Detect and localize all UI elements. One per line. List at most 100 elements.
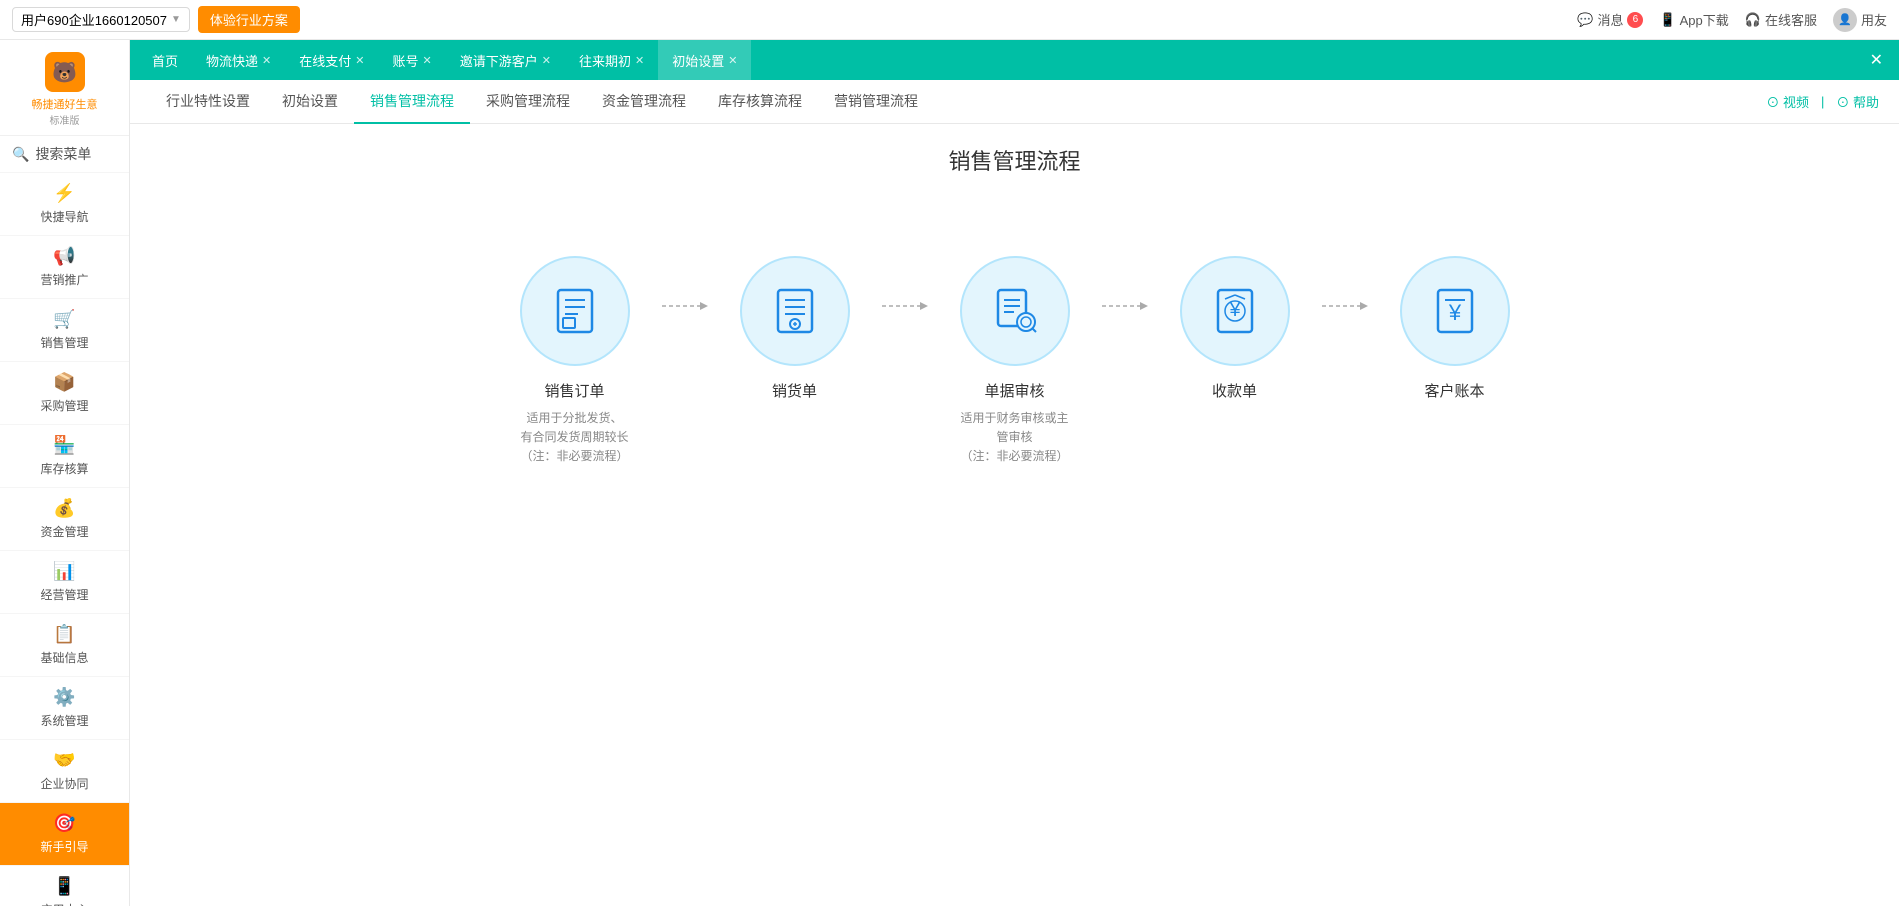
flow-step-sales-order: 销售订单 适用于分批发货、有合同发货周期较长（注：非必要流程） [495,256,655,467]
purchase-icon: 📦 [53,372,75,393]
help-button[interactable]: ⊙ 帮助 [1836,92,1879,111]
content-area: 首页 物流快递 ✕ 在线支付 ✕ 账号 ✕ 邀请下游客户 ✕ 往来期初 ✕ [130,40,1899,906]
nav-period-label: 往来期初 [579,51,631,70]
user-name: 用友 [1861,10,1887,29]
basic-icon: 📋 [53,624,75,645]
flow-step-audit: 单据审核 适用于财务审核或主管审核（注：非必要流程） [935,256,1095,467]
sidebar-item-guide[interactable]: 🎯 新手引导 [0,803,129,866]
sales-icon: 🛒 [53,309,75,330]
message-badge: 6 [1627,12,1643,28]
sidebar-item-label: 营销推广 [40,271,88,288]
flow-circle-audit [960,256,1070,366]
sidebar-item-marketing[interactable]: 📢 营销推广 [0,236,129,299]
service-button[interactable]: 🎧 在线客服 [1745,10,1817,29]
tab-init[interactable]: 初始设置 [266,80,354,124]
nav-item-init[interactable]: 初始设置 ✕ [658,40,751,80]
sidebar-item-operations[interactable]: 📊 经营管理 [0,551,129,614]
nav-home-label: 首页 [152,51,178,70]
nav-close-icon[interactable]: ✕ [635,54,644,67]
nav-item-invite[interactable]: 邀请下游客户 ✕ [446,40,565,80]
search-label: 搜索菜单 [35,144,91,164]
logo-icon: 🐻 [45,52,85,92]
sidebar-logo: 🐻 畅捷通好生意 标准版 [0,40,129,136]
page-content: 销售管理流程 销售订单 适用于分批发货、有合同 [130,124,1899,906]
app-label: App下载 [1680,10,1729,29]
tab-sales-flow[interactable]: 销售管理流程 [354,80,470,124]
sidebar-item-quick-nav[interactable]: ⚡ 快捷导航 [0,173,129,236]
sidebar-item-label: 基础信息 [40,649,88,666]
finance-icon: 💰 [53,498,75,519]
logo-sub: 标准版 [50,112,80,127]
avatar: 👤 [1833,8,1857,32]
top-bar: 用户690企业1660120507 ▼ 体验行业方案 💬 消息 6 📱 App下… [0,0,1899,40]
tab-purchase-flow-label: 采购管理流程 [486,91,570,111]
quick-nav-icon: ⚡ [53,183,75,204]
user-label: 用户690企业1660120507 [21,10,167,29]
flow-step-customer-ledger: ¥ 客户账本 [1375,256,1535,409]
flow-label-audit: 单据审核 [984,380,1044,401]
nav-close-icon[interactable]: ✕ [728,54,737,67]
nav-item-account[interactable]: 账号 ✕ [378,40,445,80]
experience-button[interactable]: 体验行业方案 [198,6,300,33]
flow-label-sales-invoice: 销货单 [772,380,817,401]
nav-close-icon[interactable]: ✕ [542,54,551,67]
nav-item-home[interactable]: 首页 [138,40,192,80]
nav-close-icon[interactable]: ✕ [423,54,432,67]
sidebar-item-label: 库存核算 [40,460,88,477]
nav-item-payment[interactable]: 在线支付 ✕ [285,40,378,80]
nav-item-period[interactable]: 往来期初 ✕ [565,40,658,80]
logo-text: 畅捷通好生意 [32,96,98,112]
nav-account-label: 账号 [392,51,418,70]
flow-circle-receipt: ¥ [1180,256,1290,366]
tabs-bar: 行业特性设置 初始设置 销售管理流程 采购管理流程 资金管理流程 库存核算流程 … [130,80,1899,124]
tab-marketing-flow[interactable]: 营销管理流程 [818,80,934,124]
sidebar-item-sales[interactable]: 🛒 销售管理 [0,299,129,362]
message-button[interactable]: 💬 消息 6 [1577,10,1643,29]
sidebar-item-label: 销售管理 [40,334,88,351]
user-selector[interactable]: 用户690企业1660120507 ▼ [12,7,190,32]
tab-finance-flow[interactable]: 资金管理流程 [586,80,702,124]
flow-diagram: 销售订单 适用于分批发货、有合同发货周期较长（注：非必要流程） [150,236,1879,487]
app-center-icon: 📱 [53,876,75,897]
sidebar-item-inventory[interactable]: 🏪 库存核算 [0,425,129,488]
sidebar-item-finance[interactable]: 💰 资金管理 [0,488,129,551]
sidebar-item-basic[interactable]: 📋 基础信息 [0,614,129,677]
nav-init-label: 初始设置 [672,51,724,70]
inventory-icon: 🏪 [53,435,75,456]
sidebar-item-app-center[interactable]: 📱 应用中心 [0,866,129,906]
sidebar-item-label: 资金管理 [40,523,88,540]
top-bar-right: 💬 消息 6 📱 App下载 🎧 在线客服 👤 用友 [1577,8,1887,32]
tab-purchase-flow[interactable]: 采购管理流程 [470,80,586,124]
nav-item-logistics[interactable]: 物流快递 ✕ [192,40,285,80]
message-icon: 💬 [1577,12,1593,28]
collab-icon: 🤝 [53,750,75,771]
sidebar-item-label: 应用中心 [40,901,88,906]
tab-inventory-flow[interactable]: 库存核算流程 [702,80,818,124]
flow-label-customer-ledger: 客户账本 [1424,380,1484,401]
flow-circle-sales-order [520,256,630,366]
nav-invite-label: 邀请下游客户 [460,51,538,70]
sidebar-item-purchase[interactable]: 📦 采购管理 [0,362,129,425]
sidebar-search[interactable]: 🔍 搜索菜单 [0,136,129,173]
nav-global-close[interactable]: ✕ [1862,50,1891,70]
flow-desc-audit: 适用于财务审核或主管审核（注：非必要流程） [960,409,1068,467]
sidebar-item-collab[interactable]: 🤝 企业协同 [0,740,129,803]
tab-industry-label: 行业特性设置 [166,91,250,111]
tab-industry[interactable]: 行业特性设置 [150,80,266,124]
flow-step-receipt: ¥ 收款单 [1155,256,1315,409]
tab-inventory-flow-label: 库存核算流程 [718,91,802,111]
tab-finance-flow-label: 资金管理流程 [602,91,686,111]
app-download-button[interactable]: 📱 App下载 [1659,10,1728,29]
nav-payment-label: 在线支付 [299,51,351,70]
nav-close-icon[interactable]: ✕ [262,54,271,67]
sidebar-item-label: 企业协同 [40,775,88,792]
page-title: 销售管理流程 [150,144,1879,176]
sidebar: 🐻 畅捷通好生意 标准版 🔍 搜索菜单 ⚡ 快捷导航 📢 营销推广 🛒 销售管理… [0,40,130,906]
app-icon: 📱 [1659,12,1675,28]
user-avatar-area[interactable]: 👤 用友 [1833,8,1887,32]
video-button[interactable]: ⊙ 视频 [1766,92,1809,111]
sidebar-item-label: 系统管理 [40,712,88,729]
nav-close-icon[interactable]: ✕ [355,54,364,67]
sidebar-item-system[interactable]: ⚙️ 系统管理 [0,677,129,740]
service-icon: 🎧 [1745,12,1761,28]
